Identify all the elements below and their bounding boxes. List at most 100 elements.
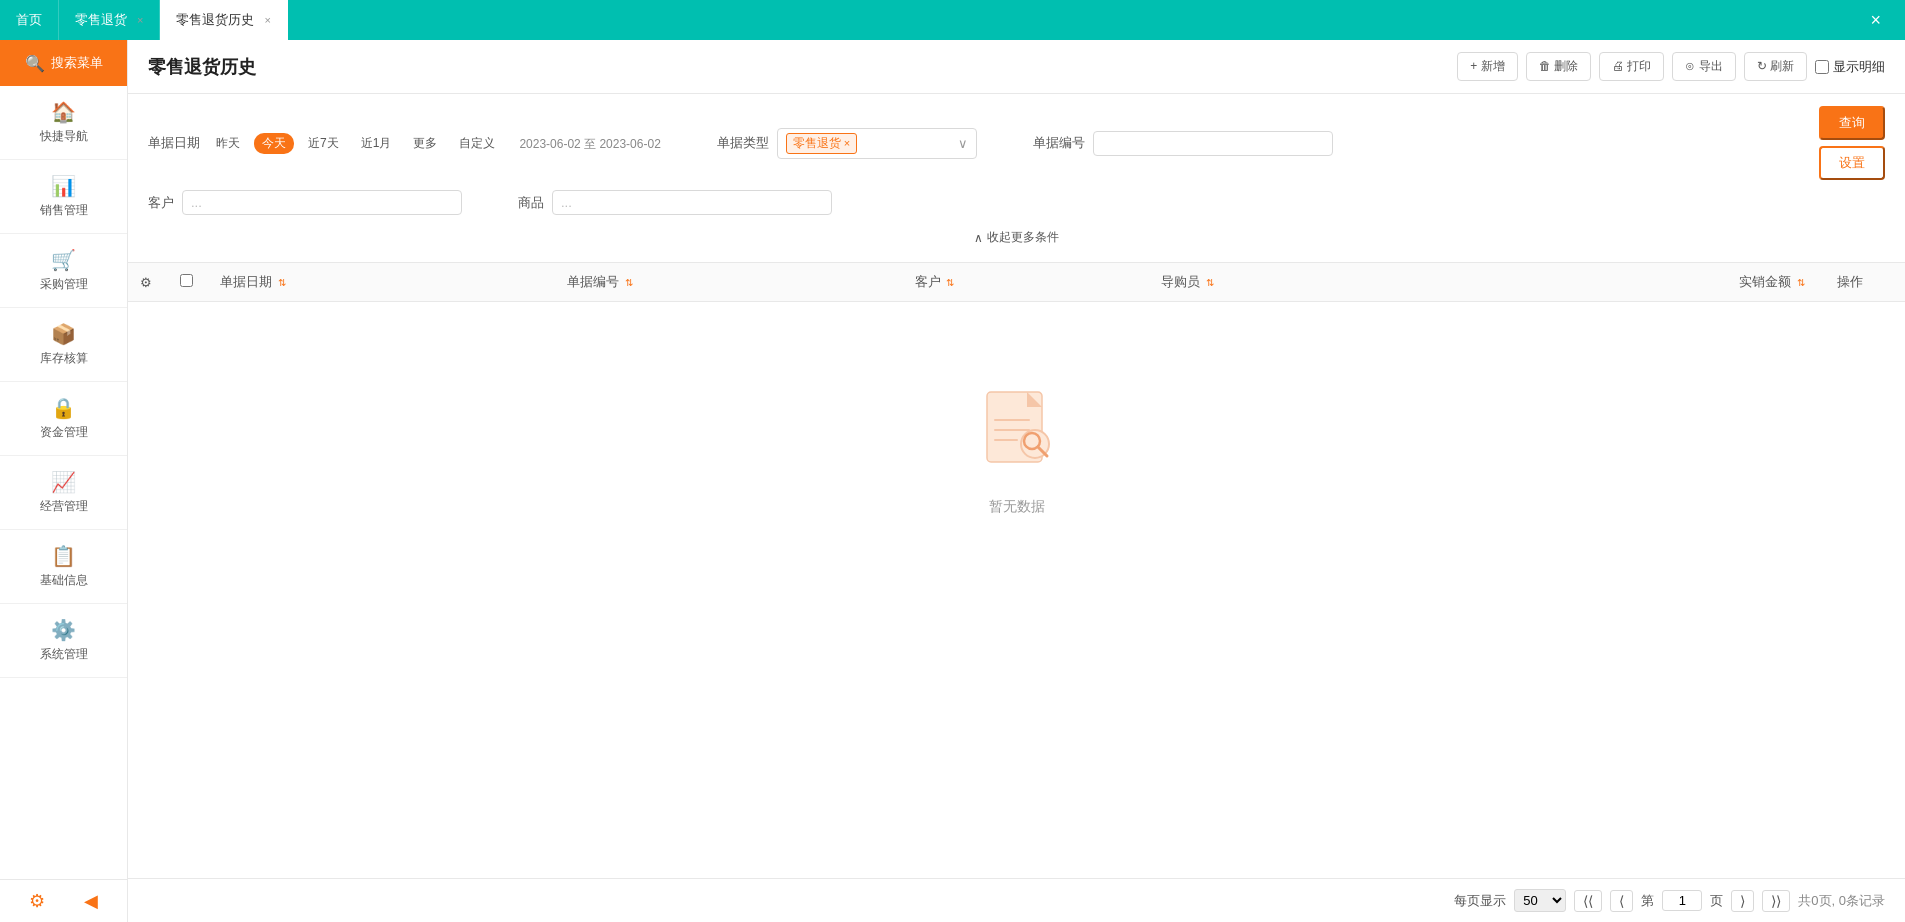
delete-button[interactable]: 🗑 删除	[1526, 52, 1591, 81]
tab-retail-return-label: 零售退货	[75, 11, 127, 29]
page-next-button[interactable]: ⟩	[1731, 890, 1754, 912]
empty-icon	[967, 382, 1067, 482]
voucher-input[interactable]	[1093, 131, 1333, 156]
settings-button[interactable]: 设置	[1819, 146, 1885, 180]
col-customer-sort-icon: ⇅	[946, 277, 954, 288]
col-amount[interactable]: 实销金额 ⇅	[1447, 263, 1825, 302]
sidebar-footer: ⚙ ◀	[0, 879, 127, 922]
sales-icon: 📊	[51, 174, 76, 198]
col-guide-label: 导购员	[1161, 274, 1200, 289]
sidebar-item-basic-label: 基础信息	[40, 572, 88, 589]
sidebar-item-ops-label: 经营管理	[40, 498, 88, 515]
col-settings[interactable]: ⚙	[128, 263, 168, 302]
sidebar-item-inventory[interactable]: 📦 库存核算	[0, 308, 127, 382]
pagination-bar: 每页显示 20 50 100 ⟨⟨ ⟨ 第 页 ⟩ ⟩⟩ 共0页, 0条记录	[128, 878, 1905, 922]
col-customer[interactable]: 客户 ⇅	[903, 263, 1150, 302]
ops-icon: 📈	[51, 470, 76, 494]
refresh-button[interactable]: ↻ 刷新	[1744, 52, 1807, 81]
page-total-info: 共0页, 0条记录	[1798, 892, 1885, 910]
customer-input[interactable]	[182, 190, 462, 215]
date-btn-custom[interactable]: 自定义	[451, 133, 503, 154]
finance-icon: 🔒	[51, 396, 76, 420]
collapse-button[interactable]: ∧ 收起更多条件	[974, 229, 1059, 246]
collapse-icon: ∧	[974, 231, 983, 245]
tab-retail-return-close[interactable]: ×	[137, 14, 143, 26]
top-bar-right: ×	[1846, 10, 1905, 31]
sidebar: 🔍 搜索菜单 🏠 快捷导航 📊 销售管理 🛒 采购管理 📦 库存核算 🔒	[0, 40, 128, 922]
sidebar-item-basic-info[interactable]: 📋 基础信息	[0, 530, 127, 604]
quick-nav-icon: 🏠	[51, 100, 76, 124]
table-body: 暂无数据	[128, 302, 1905, 597]
tab-home[interactable]: 首页	[0, 0, 59, 40]
empty-state: 暂无数据	[128, 302, 1905, 596]
sidebar-item-finance-mgmt[interactable]: 🔒 资金管理	[0, 382, 127, 456]
sidebar-search[interactable]: 🔍 搜索菜单	[0, 40, 127, 86]
sidebar-item-sys-mgmt[interactable]: ⚙️ 系统管理	[0, 604, 127, 678]
sidebar-menu: 🏠 快捷导航 📊 销售管理 🛒 采购管理 📦 库存核算 🔒 资金管理 📈	[0, 86, 127, 879]
toolbar: + 新增 🗑 删除 🖨 打印 ⊙ 导出 ↻ 刷新 显示明细	[1457, 52, 1885, 81]
data-table: ⚙ 单据日期 ⇅ 单据编号 ⇅ 客户	[128, 263, 1905, 596]
sidebar-item-sales-mgmt[interactable]: 📊 销售管理	[0, 160, 127, 234]
col-op: 操作	[1825, 263, 1905, 302]
type-selector[interactable]: 零售退货 × ∨	[777, 128, 977, 159]
col-date[interactable]: 单据日期 ⇅	[208, 263, 555, 302]
show-detail-label: 显示明细	[1833, 58, 1885, 76]
page-size-label: 每页显示	[1454, 892, 1506, 910]
filter-area: 单据日期 昨天 今天 近7天 近1月 更多 自定义 2023-06-02 至 2…	[128, 94, 1905, 263]
show-detail-row: 显示明细	[1815, 58, 1885, 76]
sidebar-item-quick-nav-label: 快捷导航	[40, 128, 88, 145]
query-button[interactable]: 查询	[1819, 106, 1885, 140]
basic-info-icon: 📋	[51, 544, 76, 568]
type-selector-arrow-icon: ∨	[958, 136, 968, 151]
new-button[interactable]: + 新增	[1457, 52, 1517, 81]
col-date-label: 单据日期	[220, 274, 272, 289]
main-layout: 🔍 搜索菜单 🏠 快捷导航 📊 销售管理 🛒 采购管理 📦 库存核算 🔒	[0, 40, 1905, 922]
sys-icon: ⚙️	[51, 618, 76, 642]
col-voucher-sort-icon: ⇅	[625, 277, 633, 288]
type-filter: 单据类型 零售退货 × ∨	[717, 128, 977, 159]
date-btn-today[interactable]: 今天	[254, 133, 294, 154]
search-icon: 🔍	[25, 54, 45, 73]
sidebar-collapse-button[interactable]: ◀	[84, 890, 98, 912]
show-detail-checkbox[interactable]	[1815, 60, 1829, 74]
sidebar-search-label: 搜索菜单	[51, 54, 103, 72]
tab-list: 首页 零售退货 × 零售退货历史 ×	[0, 0, 1846, 40]
page-size-select[interactable]: 20 50 100	[1514, 889, 1566, 912]
date-btn-more[interactable]: 更多	[405, 133, 445, 154]
select-all-checkbox[interactable]	[180, 274, 193, 287]
export-button[interactable]: ⊙ 导出	[1672, 52, 1735, 81]
col-op-label: 操作	[1837, 274, 1863, 289]
filter-row-1: 单据日期 昨天 今天 近7天 近1月 更多 自定义 2023-06-02 至 2…	[148, 106, 1885, 180]
sidebar-settings-button[interactable]: ⚙	[29, 890, 45, 912]
sidebar-item-quick-nav[interactable]: 🏠 快捷导航	[0, 86, 127, 160]
date-btn-7days[interactable]: 近7天	[300, 133, 347, 154]
page-first-button[interactable]: ⟨⟨	[1574, 890, 1602, 912]
tab-retail-return-history-label: 零售退货历史	[176, 11, 254, 29]
page-unit: 页	[1710, 892, 1723, 910]
tab-retail-return[interactable]: 零售退货 ×	[59, 0, 160, 40]
sidebar-item-ops-mgmt[interactable]: 📈 经营管理	[0, 456, 127, 530]
col-guide[interactable]: 导购员 ⇅	[1149, 263, 1446, 302]
col-voucher[interactable]: 单据编号 ⇅	[555, 263, 902, 302]
filter-row-2: 客户 商品	[148, 190, 1885, 215]
empty-text: 暂无数据	[989, 498, 1045, 516]
page-header: 零售退货历史 + 新增 🗑 删除 🖨 打印 ⊙ 导出 ↻ 刷新 显示明细	[128, 40, 1905, 94]
type-tag-close[interactable]: ×	[844, 137, 850, 149]
window-close-button[interactable]: ×	[1862, 10, 1889, 31]
date-btn-1month[interactable]: 近1月	[353, 133, 400, 154]
goods-input[interactable]	[552, 190, 832, 215]
tab-retail-return-history[interactable]: 零售退货历史 ×	[160, 0, 287, 40]
empty-row: 暂无数据	[128, 302, 1905, 597]
col-voucher-label: 单据编号	[567, 274, 619, 289]
sidebar-item-purchase-mgmt[interactable]: 🛒 采购管理	[0, 234, 127, 308]
tab-retail-return-history-close[interactable]: ×	[264, 14, 270, 26]
table-header-row: ⚙ 单据日期 ⇅ 单据编号 ⇅ 客户	[128, 263, 1905, 302]
page-prev-button[interactable]: ⟨	[1610, 890, 1633, 912]
sidebar-item-sales-label: 销售管理	[40, 202, 88, 219]
date-range-text: 2023-06-02 至 2023-06-02	[519, 136, 660, 153]
print-button[interactable]: 🖨 打印	[1599, 52, 1664, 81]
page-number-input[interactable]	[1662, 890, 1702, 911]
date-btn-yesterday[interactable]: 昨天	[208, 133, 248, 154]
col-amount-label: 实销金额	[1739, 274, 1791, 289]
page-last-button[interactable]: ⟩⟩	[1762, 890, 1790, 912]
